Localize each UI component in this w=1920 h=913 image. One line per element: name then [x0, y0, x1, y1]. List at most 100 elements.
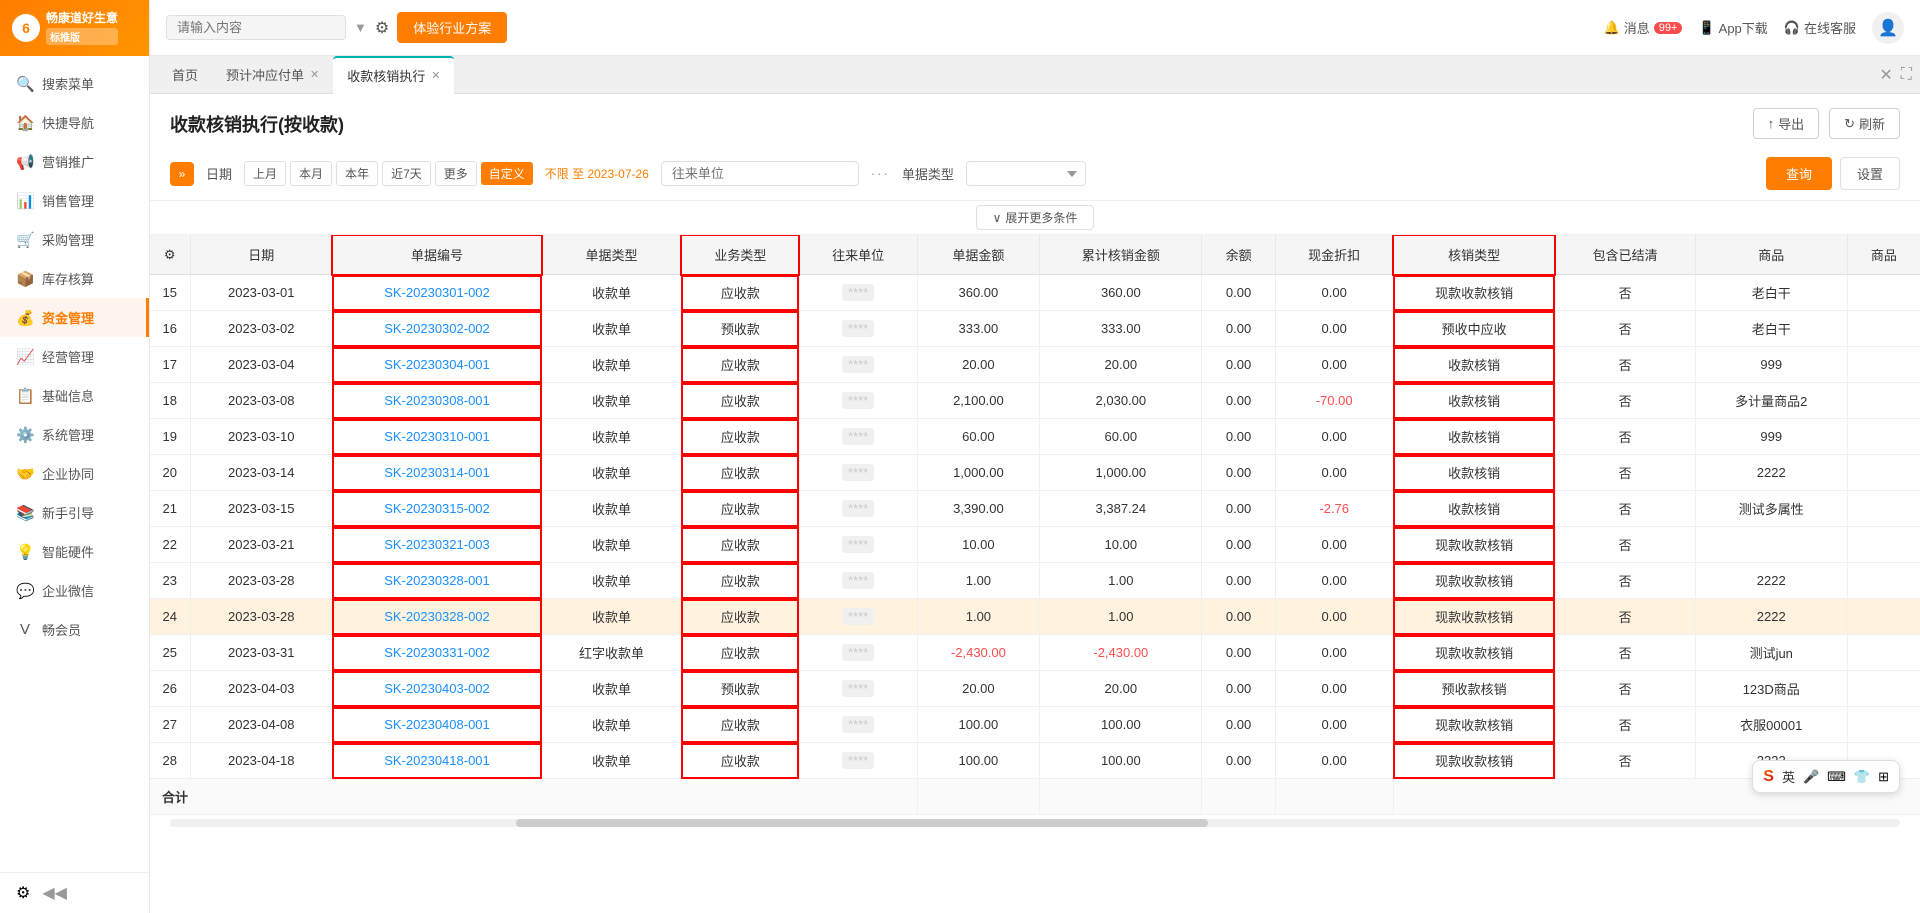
- gear-icon[interactable]: ⚙: [375, 18, 389, 38]
- sidebar-item-collab[interactable]: 🤝企业协同: [0, 454, 149, 493]
- settings-icon[interactable]: ⚙: [16, 883, 30, 903]
- sidebar-item-system[interactable]: ⚙️系统管理: [0, 415, 149, 454]
- tab-expand-icon[interactable]: ⛶: [1901, 66, 1912, 84]
- table-row[interactable]: 20 2023-03-14 SK-20230314-001 收款单 应收款 **…: [150, 455, 1920, 491]
- doc-no-link[interactable]: SK-20230321-003: [384, 537, 490, 552]
- sidebar-item-label-inventory: 库存核算: [42, 269, 94, 288]
- collapse-icon[interactable]: ◀◀: [42, 883, 67, 903]
- table-row[interactable]: 28 2023-04-18 SK-20230418-001 收款单 应收款 **…: [150, 743, 1920, 779]
- dropdown-icon[interactable]: ▼: [354, 20, 367, 35]
- doc-no-link[interactable]: SK-20230304-001: [384, 357, 490, 372]
- table-row[interactable]: 27 2023-04-08 SK-20230408-001 收款单 应收款 **…: [150, 707, 1920, 743]
- sougou-grid-icon[interactable]: ⊞: [1878, 769, 1889, 785]
- sidebar-item-operations[interactable]: 📈经营管理: [0, 337, 149, 376]
- cell-biz-type: 应收款: [681, 455, 799, 491]
- breadcrumb-input[interactable]: [166, 15, 346, 40]
- sidebar-item-basics[interactable]: 📋基础信息: [0, 376, 149, 415]
- tab-prepay[interactable]: 预计冲应付单 ✕: [212, 56, 333, 94]
- sougou-toolbar[interactable]: S 英 🎤 ⌨ 👕 ⊞: [1752, 760, 1900, 793]
- expand-conditions-btn[interactable]: ∨ 展开更多条件: [976, 205, 1095, 230]
- cell-incl-settled: 否: [1555, 455, 1695, 491]
- doc-no-link[interactable]: SK-20230331-002: [384, 645, 490, 660]
- sougou-keyboard-icon[interactable]: ⌨: [1827, 769, 1846, 785]
- export-btn[interactable]: ↑ 导出: [1753, 108, 1820, 139]
- cell-verify-type: 收款核销: [1393, 383, 1555, 419]
- table-row[interactable]: 16 2023-03-02 SK-20230302-002 收款单 预收款 **…: [150, 311, 1920, 347]
- tab-close-all-icon[interactable]: ✕: [1879, 65, 1892, 85]
- date-btn-7days[interactable]: 近7天: [382, 161, 431, 186]
- table-row[interactable]: 23 2023-03-28 SK-20230328-001 收款单 应收款 **…: [150, 563, 1920, 599]
- date-btn-this-month[interactable]: 本月: [290, 161, 332, 186]
- date-custom-btn[interactable]: 自定义: [481, 162, 533, 185]
- doc-no-link[interactable]: SK-20230328-002: [384, 609, 490, 624]
- query-btn[interactable]: 查询: [1766, 157, 1832, 190]
- top-bar-left: ▼ ⚙ 体验行业方案: [166, 12, 1592, 43]
- sougou-lang-label[interactable]: 英: [1782, 767, 1795, 786]
- table-scrollbar[interactable]: [170, 819, 1900, 827]
- table-row[interactable]: 17 2023-03-04 SK-20230304-001 收款单 应收款 **…: [150, 347, 1920, 383]
- date-btn-last-month[interactable]: 上月: [244, 161, 286, 186]
- doc-no-link[interactable]: SK-20230301-002: [384, 285, 490, 300]
- doc-no-link[interactable]: SK-20230408-001: [384, 717, 490, 732]
- partner-masked: ****: [842, 320, 874, 337]
- tab-home[interactable]: 首页: [158, 56, 212, 94]
- sougou-mic-icon[interactable]: 🎤: [1803, 769, 1819, 785]
- tab-receipt-close[interactable]: ✕: [431, 69, 440, 82]
- col-settings[interactable]: ⚙: [150, 235, 190, 275]
- cell-biz-type: 应收款: [681, 599, 799, 635]
- sidebar-item-finance[interactable]: 💰资金管理: [0, 298, 149, 337]
- sougou-shirt-icon[interactable]: 👕: [1854, 769, 1870, 785]
- online-service-item[interactable]: 🎧 在线客服: [1784, 18, 1856, 37]
- customer-input[interactable]: [661, 161, 859, 186]
- logo-text: 畅康道好生意: [46, 11, 118, 27]
- sidebar-item-quick[interactable]: 🏠快捷导航: [0, 103, 149, 142]
- tab-prepay-close[interactable]: ✕: [310, 68, 319, 81]
- table-row[interactable]: 21 2023-03-15 SK-20230315-002 收款单 应收款 **…: [150, 491, 1920, 527]
- sidebar-item-member[interactable]: V畅会员: [0, 610, 149, 649]
- total-amount: [917, 779, 1040, 815]
- cell-verified: 20.00: [1040, 671, 1202, 707]
- table-row[interactable]: 22 2023-03-21 SK-20230321-003 收款单 应收款 **…: [150, 527, 1920, 563]
- table-row[interactable]: 25 2023-03-31 SK-20230331-002 红字收款单 应收款 …: [150, 635, 1920, 671]
- sidebar-item-hardware[interactable]: 💡智能硬件: [0, 532, 149, 571]
- cell-balance: 0.00: [1202, 743, 1275, 779]
- table-row[interactable]: 18 2023-03-08 SK-20230308-001 收款单 应收款 **…: [150, 383, 1920, 419]
- cell-goods2: [1847, 635, 1920, 671]
- industry-btn[interactable]: 体验行业方案: [397, 12, 507, 43]
- doc-no-link[interactable]: SK-20230315-002: [384, 501, 490, 516]
- filter-settings-btn[interactable]: 设置: [1840, 157, 1900, 190]
- sidebar-item-sales[interactable]: 📊销售管理: [0, 181, 149, 220]
- sidebar-item-purchase[interactable]: 🛒采购管理: [0, 220, 149, 259]
- sidebar-item-inventory[interactable]: 📦库存核算: [0, 259, 149, 298]
- header-actions: ↑ 导出 ↻ 刷新: [1753, 108, 1900, 139]
- notification-item[interactable]: 🔔 消息 99+: [1604, 18, 1683, 37]
- doc-no-link[interactable]: SK-20230328-001: [384, 573, 490, 588]
- app-download-item[interactable]: 📱 App下载: [1698, 18, 1767, 37]
- date-btn-more[interactable]: 更多: [435, 161, 477, 186]
- cell-doc-type: 收款单: [542, 599, 682, 635]
- doc-no-link[interactable]: SK-20230418-001: [384, 753, 490, 768]
- partner-masked: ****: [842, 536, 874, 553]
- refresh-btn[interactable]: ↻ 刷新: [1829, 108, 1900, 139]
- doc-no-link[interactable]: SK-20230314-001: [384, 465, 490, 480]
- sidebar-item-guide[interactable]: 📚新手引导: [0, 493, 149, 532]
- doc-type-select[interactable]: [966, 161, 1086, 186]
- doc-no-link[interactable]: SK-20230308-001: [384, 393, 490, 408]
- table-row[interactable]: 19 2023-03-10 SK-20230310-001 收款单 应收款 **…: [150, 419, 1920, 455]
- bell-icon: 🔔: [1604, 20, 1620, 36]
- table-row[interactable]: 26 2023-04-03 SK-20230403-002 收款单 预收款 **…: [150, 671, 1920, 707]
- tab-receipt[interactable]: 收款核销执行 ✕: [333, 56, 454, 94]
- sidebar-item-search[interactable]: 🔍搜索菜单: [0, 64, 149, 103]
- date-btn-this-year[interactable]: 本年: [336, 161, 378, 186]
- doc-no-link[interactable]: SK-20230302-002: [384, 321, 490, 336]
- table-row[interactable]: 15 2023-03-01 SK-20230301-002 收款单 应收款 **…: [150, 275, 1920, 311]
- sidebar-item-marketing[interactable]: 📢营销推广: [0, 142, 149, 181]
- table-row[interactable]: 24 2023-03-28 SK-20230328-002 收款单 应收款 **…: [150, 599, 1920, 635]
- cell-verify-type: 预收款核销: [1393, 671, 1555, 707]
- user-avatar[interactable]: 👤: [1872, 12, 1904, 44]
- doc-no-link[interactable]: SK-20230310-001: [384, 429, 490, 444]
- cell-no: 28: [150, 743, 190, 779]
- doc-no-link[interactable]: SK-20230403-002: [384, 681, 490, 696]
- filter-expand-btn[interactable]: »: [170, 162, 194, 186]
- sidebar-item-wechat[interactable]: 💬企业微信: [0, 571, 149, 610]
